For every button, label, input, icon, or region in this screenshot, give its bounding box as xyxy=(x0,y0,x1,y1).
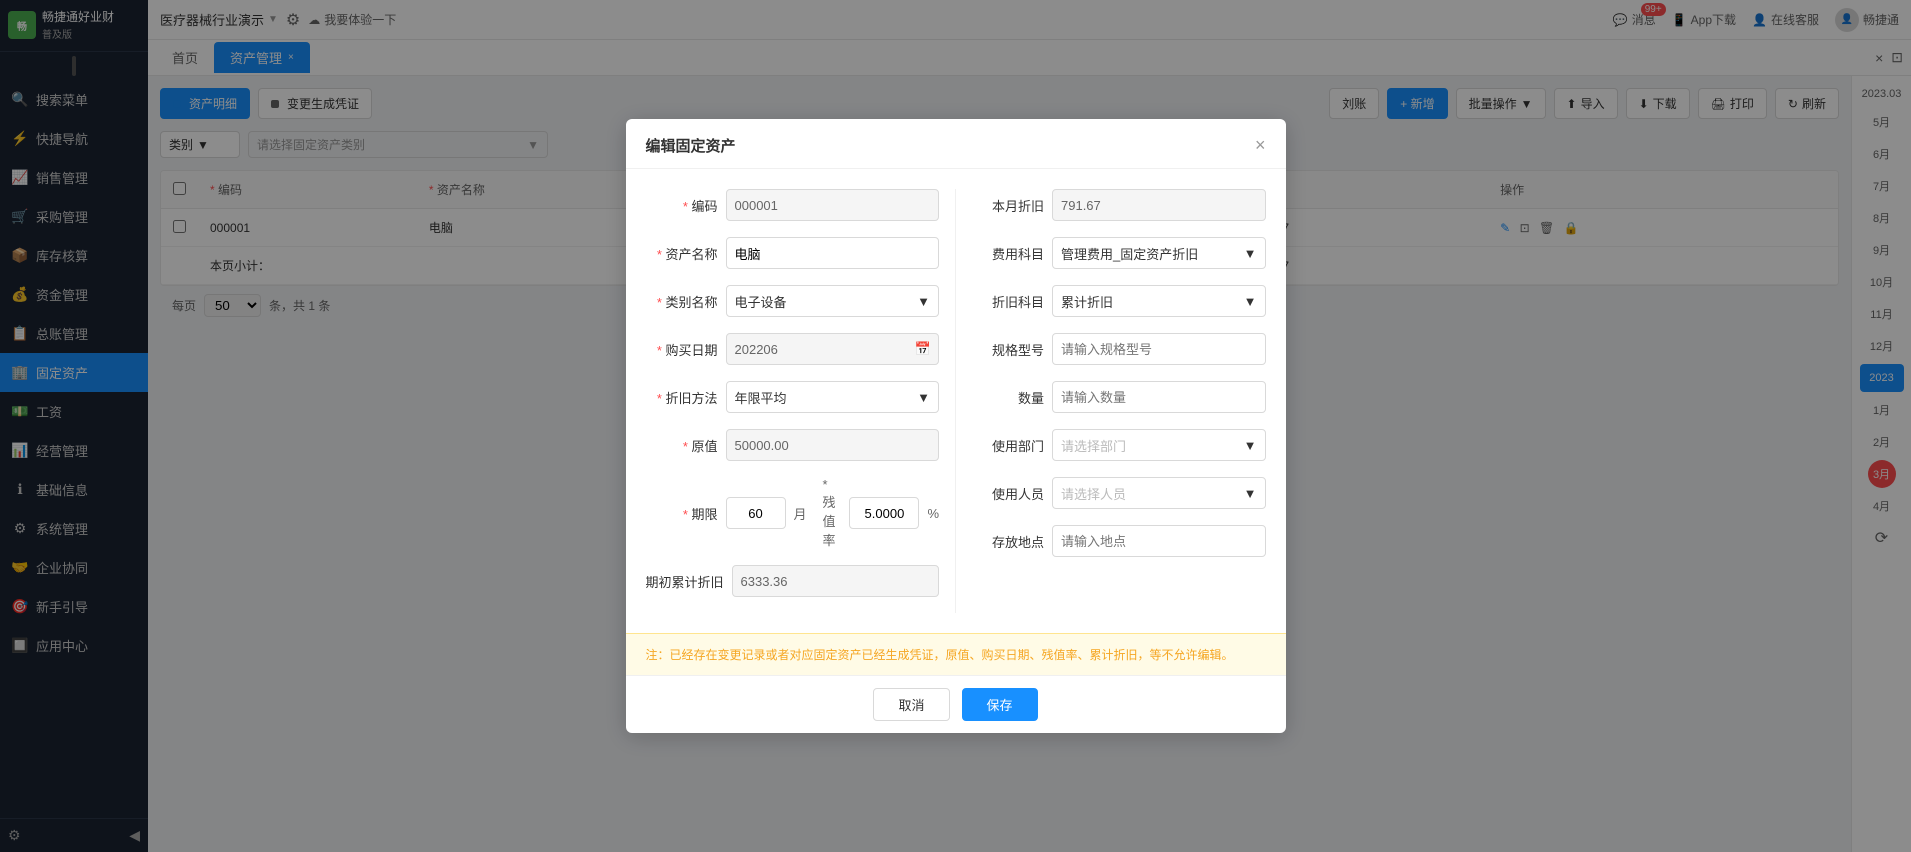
save-button[interactable]: 保存 xyxy=(962,688,1038,721)
quantity-label: 数量 xyxy=(972,388,1052,407)
form-row-code: 编码 xyxy=(646,189,940,221)
form-row-purchase-date: 购买日期 📅 xyxy=(646,333,940,365)
user-placeholder: 请选择人员 xyxy=(1061,484,1126,503)
spec-input[interactable] xyxy=(1052,333,1266,365)
form-row-depreciation-method: 折旧方法 年限平均 ▼ xyxy=(646,381,940,413)
quantity-input[interactable] xyxy=(1052,381,1266,413)
modal-header: 编辑固定资产 × xyxy=(626,119,1286,169)
period-unit: 月 xyxy=(794,504,807,523)
cancel-button[interactable]: 取消 xyxy=(873,688,949,721)
form-row-location: 存放地点 xyxy=(972,525,1266,557)
form-row-monthly-dep: 本月折旧 xyxy=(972,189,1266,221)
residual-rate-label: * 残值率 xyxy=(823,477,842,549)
name-label: 资产名称 xyxy=(646,244,726,263)
department-icon: ▼ xyxy=(1244,438,1257,453)
location-input[interactable] xyxy=(1052,525,1266,557)
dep-account-label: 折旧科目 xyxy=(972,292,1052,311)
period-label: 期限 xyxy=(646,504,726,523)
form-row-category: 类别名称 电子设备 ▼ xyxy=(646,285,940,317)
user-icon: ▼ xyxy=(1244,486,1257,501)
form-row-department: 使用部门 请选择部门 ▼ xyxy=(972,429,1266,461)
modal-overlay: 编辑固定资产 × 编码 资产名称 xyxy=(0,0,1911,852)
modal-title: 编辑固定资产 xyxy=(646,135,736,156)
form-row-user: 使用人员 请选择人员 ▼ xyxy=(972,477,1266,509)
original-value-label: 原值 xyxy=(646,436,726,455)
depreciation-method-select[interactable]: 年限平均 ▼ xyxy=(726,381,940,413)
residual-rate-input[interactable] xyxy=(849,497,919,529)
period-inline: 月 * 残值率 % xyxy=(726,477,940,549)
modal-body: 编码 资产名称 类别名称 电子设备 ▼ xyxy=(626,169,1286,633)
name-input[interactable] xyxy=(726,237,940,269)
depreciation-method-label: 折旧方法 xyxy=(646,388,726,407)
user-select[interactable]: 请选择人员 ▼ xyxy=(1052,477,1266,509)
user-label: 使用人员 xyxy=(972,484,1052,503)
form-row-initial-accumulated: 期初累计折旧 xyxy=(646,565,940,597)
department-label: 使用部门 xyxy=(972,436,1052,455)
form-row-quantity: 数量 xyxy=(972,381,1266,413)
department-select[interactable]: 请选择部门 ▼ xyxy=(1052,429,1266,461)
original-value-input[interactable] xyxy=(726,429,940,461)
depreciation-method-value: 年限平均 xyxy=(735,388,787,407)
monthly-dep-input[interactable] xyxy=(1052,189,1266,221)
form-row-spec: 规格型号 xyxy=(972,333,1266,365)
initial-accumulated-input[interactable] xyxy=(732,565,939,597)
department-placeholder: 请选择部门 xyxy=(1061,436,1126,455)
monthly-dep-label: 本月折旧 xyxy=(972,196,1052,215)
modal-form-right: 本月折旧 费用科目 管理费用_固定资产折旧 ▼ 折旧科目 xyxy=(956,189,1266,613)
category-select[interactable]: 电子设备 ▼ xyxy=(726,285,940,317)
purchase-date-field: 📅 xyxy=(726,333,940,365)
code-label: 编码 xyxy=(646,196,726,215)
category-label: 类别名称 xyxy=(646,292,726,311)
depreciation-method-icon: ▼ xyxy=(917,390,930,405)
residual-rate-unit: % xyxy=(927,506,939,521)
initial-accumulated-label: 期初累计折旧 xyxy=(646,572,732,591)
form-row-dep-account: 折旧科目 累计折旧 ▼ xyxy=(972,285,1266,317)
modal-form-columns: 编码 资产名称 类别名称 电子设备 ▼ xyxy=(646,189,1266,613)
form-row-original-value: 原值 xyxy=(646,429,940,461)
expense-account-label: 费用科目 xyxy=(972,244,1052,263)
form-row-expense-account: 费用科目 管理费用_固定资产折旧 ▼ xyxy=(972,237,1266,269)
edit-asset-modal: 编辑固定资产 × 编码 资产名称 xyxy=(626,119,1286,733)
expense-account-value: 管理费用_固定资产折旧 xyxy=(1061,244,1198,263)
expense-account-icon: ▼ xyxy=(1244,246,1257,261)
modal-note: 注：已经存在变更记录或者对应固定资产已经生成凭证，原值、购买日期、残值率、累计折… xyxy=(626,633,1286,675)
category-select-icon: ▼ xyxy=(917,294,930,309)
dep-account-value: 累计折旧 xyxy=(1061,292,1113,311)
expense-account-select[interactable]: 管理费用_固定资产折旧 ▼ xyxy=(1052,237,1266,269)
note-text: 注：已经存在变更记录或者对应固定资产已经生成凭证，原值、购买日期、残值率、累计折… xyxy=(646,648,1234,662)
modal-footer: 取消 保存 xyxy=(626,675,1286,733)
code-input[interactable] xyxy=(726,189,940,221)
category-select-value: 电子设备 xyxy=(735,292,787,311)
dep-account-select[interactable]: 累计折旧 ▼ xyxy=(1052,285,1266,317)
modal-form-left: 编码 资产名称 类别名称 电子设备 ▼ xyxy=(646,189,957,613)
spec-label: 规格型号 xyxy=(972,340,1052,359)
form-row-period: 期限 月 * 残值率 % xyxy=(646,477,940,549)
modal-close-button[interactable]: × xyxy=(1255,135,1266,156)
location-label: 存放地点 xyxy=(972,532,1052,551)
dep-account-icon: ▼ xyxy=(1244,294,1257,309)
form-row-name: 资产名称 xyxy=(646,237,940,269)
purchase-date-label: 购买日期 xyxy=(646,340,726,359)
purchase-date-input[interactable] xyxy=(726,333,940,365)
calendar-icon: 📅 xyxy=(915,341,931,357)
period-input[interactable] xyxy=(726,497,786,529)
